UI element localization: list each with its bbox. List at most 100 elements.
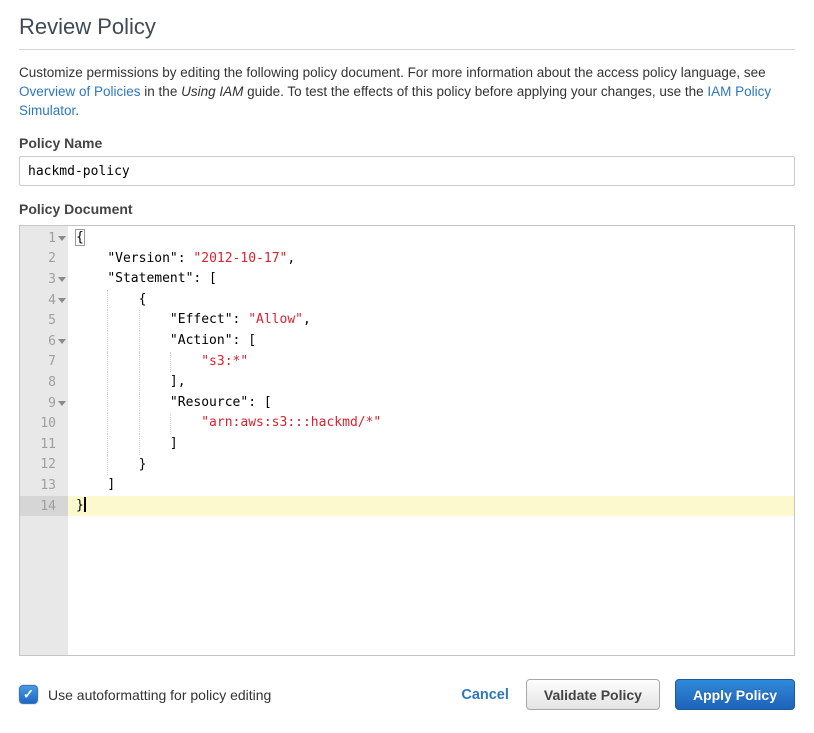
indent-guide xyxy=(107,372,108,393)
autoformat-option[interactable]: ✓ Use autoformatting for policy editing xyxy=(19,685,271,704)
json-token: : [ xyxy=(233,333,256,348)
line-number: 2 xyxy=(48,251,56,266)
autoformat-checkbox[interactable]: ✓ xyxy=(19,685,38,704)
code-line[interactable]: ] xyxy=(68,434,794,455)
autoformat-label: Use autoformatting for policy editing xyxy=(48,687,271,703)
code-line[interactable]: "s3:*" xyxy=(68,352,794,373)
fold-arrow-icon[interactable] xyxy=(58,298,66,303)
review-policy-page: Review Policy Customize permissions by e… xyxy=(0,14,814,710)
indent-guide xyxy=(107,290,108,311)
footer-bar: ✓ Use autoformatting for policy editing … xyxy=(19,679,795,710)
line-number: 7 xyxy=(48,354,56,369)
json-token xyxy=(76,333,170,348)
gutter-line-number: 13 xyxy=(20,475,68,496)
indent-guide xyxy=(107,310,108,331)
policy-name-input[interactable] xyxy=(19,156,795,186)
code-line[interactable]: "Action": [ xyxy=(68,331,794,352)
overview-of-policies-link[interactable]: Overview of Policies xyxy=(19,84,141,99)
apply-policy-button[interactable]: Apply Policy xyxy=(675,679,795,710)
page-title: Review Policy xyxy=(19,14,795,40)
gutter-line-number: 12 xyxy=(20,455,68,476)
description-text: Customize permissions by editing the fol… xyxy=(19,63,791,120)
cancel-link[interactable]: Cancel xyxy=(461,687,509,703)
code-line[interactable]: { xyxy=(68,290,794,311)
description-part1: Customize permissions by editing the fol… xyxy=(19,65,766,80)
gutter-line-number: 10 xyxy=(20,413,68,434)
json-token: } xyxy=(139,457,147,472)
line-number: 6 xyxy=(48,334,56,349)
json-string-value: "Allow" xyxy=(248,312,303,327)
gutter-line-number: 2 xyxy=(20,249,68,270)
indent-guide xyxy=(107,413,108,434)
json-token xyxy=(76,251,107,266)
json-token: "Resource" xyxy=(170,395,248,410)
validate-policy-button[interactable]: Validate Policy xyxy=(526,679,660,710)
policy-document-label: Policy Document xyxy=(19,201,795,218)
json-token: } xyxy=(76,498,84,513)
json-string-value: "s3:*" xyxy=(201,354,248,369)
gutter-line-number: 14 xyxy=(20,496,68,517)
indent-guide xyxy=(139,434,140,455)
using-iam-guide-name: Using IAM xyxy=(181,84,243,99)
json-token xyxy=(76,436,170,451)
fold-arrow-icon[interactable] xyxy=(58,236,66,241)
indent-guide xyxy=(170,413,171,434)
line-number: 5 xyxy=(48,313,56,328)
code-line[interactable]: "Resource": [ xyxy=(68,393,794,414)
code-line[interactable]: } xyxy=(68,496,794,517)
json-token: ], xyxy=(170,374,186,389)
indent-guide xyxy=(170,352,171,373)
gutter-line-number: 6 xyxy=(20,331,68,352)
description-part4: . xyxy=(75,103,79,118)
line-number: 4 xyxy=(48,293,56,308)
json-token: : [ xyxy=(193,271,216,286)
indent-guide xyxy=(107,434,108,455)
gutter-line-number: 3 xyxy=(20,269,68,290)
policy-name-label: Policy Name xyxy=(19,135,795,152)
title-divider xyxy=(19,49,795,50)
fold-arrow-icon[interactable] xyxy=(58,401,66,406)
gutter-line-number: 4 xyxy=(20,290,68,311)
editor-code[interactable]: { "Version": "2012-10-17", "Statement": … xyxy=(68,226,794,655)
indent-guide xyxy=(107,352,108,373)
gutter-line-number: 8 xyxy=(20,372,68,393)
json-token: , xyxy=(303,312,311,327)
json-token xyxy=(76,312,170,327)
description-part3: guide. To test the effects of this polic… xyxy=(243,84,707,99)
fold-arrow-icon[interactable] xyxy=(58,277,66,282)
gutter-line-number: 11 xyxy=(20,434,68,455)
code-line[interactable]: "Version": "2012-10-17", xyxy=(68,249,794,270)
fold-arrow-icon[interactable] xyxy=(58,339,66,344)
json-token: { xyxy=(76,230,84,245)
code-line[interactable]: ], xyxy=(68,372,794,393)
json-token: ] xyxy=(107,477,115,492)
indent-guide xyxy=(107,331,108,352)
check-icon: ✓ xyxy=(23,688,34,701)
json-token: "Statement" xyxy=(107,271,193,286)
gutter-line-number: 1 xyxy=(20,228,68,249)
json-token: ] xyxy=(170,436,178,451)
indent-guide xyxy=(139,413,140,434)
json-token: : xyxy=(233,312,249,327)
code-line[interactable]: { xyxy=(68,228,794,249)
policy-document-editor[interactable]: 1234567891011121314 { "Version": "2012-1… xyxy=(19,225,795,656)
line-number: 10 xyxy=(40,416,56,431)
code-line[interactable]: "Statement": [ xyxy=(68,269,794,290)
line-number: 9 xyxy=(48,396,56,411)
json-token xyxy=(76,395,170,410)
gutter-line-number: 9 xyxy=(20,393,68,414)
description-part2: in the xyxy=(141,84,182,99)
gutter-line-number: 5 xyxy=(20,310,68,331)
json-token: , xyxy=(287,251,295,266)
code-line[interactable]: ] xyxy=(68,475,794,496)
line-number: 11 xyxy=(40,437,56,452)
code-line[interactable]: "arn:aws:s3:::hackmd/*" xyxy=(68,413,794,434)
json-string-value: "2012-10-17" xyxy=(193,251,287,266)
line-number: 13 xyxy=(40,478,56,493)
line-number: 3 xyxy=(48,272,56,287)
code-line[interactable]: } xyxy=(68,455,794,476)
code-line[interactable]: "Effect": "Allow", xyxy=(68,310,794,331)
json-token xyxy=(76,271,107,286)
json-token xyxy=(76,477,107,492)
json-token: "Effect" xyxy=(170,312,233,327)
